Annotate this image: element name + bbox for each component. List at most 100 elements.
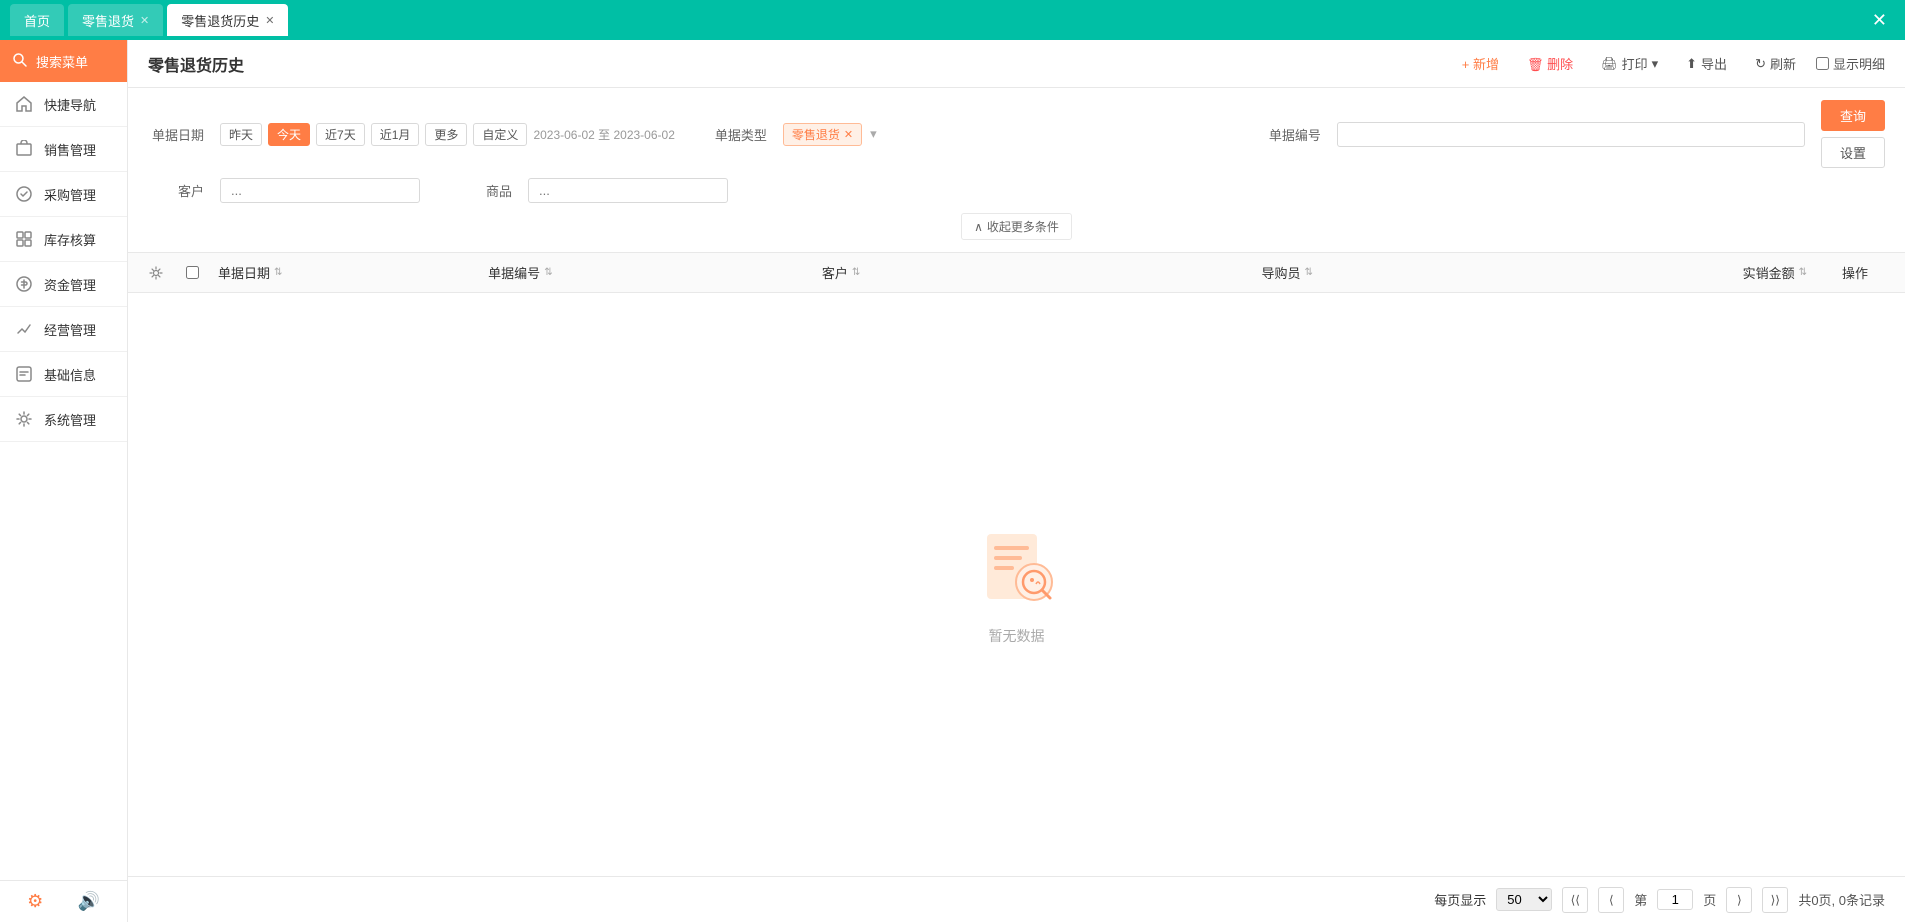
inventory-icon [14,229,34,249]
new-button[interactable]: + 新增 [1454,50,1507,77]
th-amount[interactable]: 实销金额 ⇅ [1587,263,1815,282]
date-filter-label: 单据日期 [148,125,204,144]
tab-bar: 首页 零售退货 ✕ 零售退货历史 ✕ ✕ [0,0,1905,40]
date-btn-yesterday[interactable]: 昨天 [220,123,262,146]
sales-icon [14,139,34,159]
date-btn-7days[interactable]: 近7天 [316,123,365,146]
date-btn-1month[interactable]: 近1月 [371,123,420,146]
delete-button[interactable]: 🗑 删除 [1519,50,1581,77]
sidebar-item-quick-nav[interactable]: 快捷导航 [0,82,127,127]
query-buttons: 查询 设置 [1821,100,1885,168]
tab-home-label: 首页 [24,11,50,30]
th-date-label: 单据日期 [218,263,270,282]
guide-sort-icon: ⇅ [1305,267,1313,278]
sidebar-item-basic-label: 基础信息 [44,365,96,384]
pagination-bar: 每页显示 50 10 20 100 ⟨⟨ ⟨ 第 页 ⟩ ⟩⟩ 共0页, 0条记… [128,876,1905,922]
toolbar: + 新增 🗑 删除 🖨 打印 ▾ ⬆ 导出 ↻ 刷新 显示明细 [1454,50,1885,77]
prev-page-button[interactable]: ⟨ [1598,887,1624,913]
goods-input[interactable] [539,183,717,198]
goods-input-wrapper[interactable] [528,178,728,203]
th-doc-no-label: 单据编号 [488,263,540,282]
sidebar-item-inventory-label: 库存核算 [44,230,96,249]
sidebar-item-sales-mgmt[interactable]: 销售管理 [0,127,127,172]
sidebar-item-purchase-mgmt[interactable]: 采购管理 [0,172,127,217]
select-all-checkbox[interactable] [186,266,199,279]
system-icon [14,409,34,429]
content-area: 零售退货历史 + 新增 🗑 删除 🖨 打印 ▾ ⬆ 导出 ↻ 刷新 [128,40,1905,922]
th-checkbox[interactable] [174,266,210,279]
tab-retail-return-history-close[interactable]: ✕ [265,14,274,27]
sidebar-item-system-mgmt[interactable]: 系统管理 [0,397,127,442]
show-detail-checkbox[interactable] [1816,57,1829,70]
operations-icon [14,319,34,339]
doc-type-dropdown-icon[interactable]: ▾ [870,126,877,142]
th-op: 操作 [1815,263,1895,282]
main-layout: 搜索菜单 快捷导航 销售管理 [0,40,1905,922]
filter-settings-button[interactable]: 设置 [1821,137,1885,168]
th-customer-label: 客户 [822,263,848,282]
collapse-button[interactable]: ∧ 收起更多条件 [961,213,1072,240]
show-detail-checkbox-label[interactable]: 显示明细 [1816,54,1885,73]
sidebar-item-operations[interactable]: 经营管理 [0,307,127,352]
search-icon [12,52,28,71]
tab-retail-return-label: 零售退货 [82,11,134,30]
print-button[interactable]: 🖨 打印 ▾ [1593,50,1666,77]
customer-input-wrapper[interactable] [220,178,420,203]
customer-filter-label: 客户 [148,181,204,200]
goods-filter-label: 商品 [456,181,512,200]
sidebar-bottom: ⚙ 🔊 [0,880,127,922]
settings-icon[interactable]: ⚙ [27,891,43,912]
th-settings[interactable] [138,266,174,280]
th-doc-no[interactable]: 单据编号 ⇅ [480,263,814,282]
customer-input[interactable] [231,183,409,198]
sidebar-item-basic-info[interactable]: 基础信息 [0,352,127,397]
doc-no-input[interactable] [1348,127,1794,142]
sidebar-item-finance[interactable]: 资金管理 [0,262,127,307]
sidebar-item-system-label: 系统管理 [44,410,96,429]
export-button[interactable]: ⬆ 导出 [1678,50,1735,77]
amount-sort-icon: ⇅ [1799,267,1807,278]
print-icon: 🖨 [1601,56,1618,72]
next-page-button[interactable]: ⟩ [1726,887,1752,913]
date-btn-custom[interactable]: 自定义 [473,123,527,146]
empty-text: 暂无数据 [989,626,1045,646]
tab-retail-return-history[interactable]: 零售退货历史 ✕ [167,4,288,36]
th-customer[interactable]: 客户 ⇅ [814,263,1254,282]
sidebar-search[interactable]: 搜索菜单 [0,40,127,82]
empty-state: 暂无数据 [128,293,1905,876]
sidebar: 搜索菜单 快捷导航 销售管理 [0,40,128,922]
window-close-button[interactable]: ✕ [1864,10,1895,31]
first-page-button[interactable]: ⟨⟨ [1562,887,1588,913]
date-btn-today[interactable]: 今天 [268,123,310,146]
filter-area: 单据日期 昨天 今天 近7天 近1月 更多 自定义 2023-06-02 至 2… [128,88,1905,253]
table-area: 单据日期 ⇅ 单据编号 ⇅ 客户 ⇅ 导购员 ⇅ 实销金额 ⇅ [128,253,1905,876]
date-sort-icon: ⇅ [274,267,282,278]
customer-sort-icon: ⇅ [852,267,860,278]
th-guide[interactable]: 导购员 ⇅ [1253,263,1587,282]
refresh-icon: ↻ [1755,56,1766,72]
date-range-text: 2023-06-02 至 2023-06-02 [533,126,674,143]
refresh-label: 刷新 [1770,54,1796,73]
doc-type-tag-close[interactable]: ✕ [844,128,853,141]
tab-home[interactable]: 首页 [10,4,64,36]
finance-icon [14,274,34,294]
tab-retail-return[interactable]: 零售退货 ✕ [68,4,163,36]
last-page-button[interactable]: ⟩⟩ [1762,887,1788,913]
page-input[interactable] [1657,889,1693,910]
volume-icon[interactable]: 🔊 [77,891,99,912]
sidebar-item-operations-label: 经营管理 [44,320,96,339]
window-controls: ✕ [1864,10,1895,31]
home-icon [14,94,34,114]
doc-no-input-wrapper[interactable] [1337,122,1805,147]
total-info: 共0页, 0条记录 [1798,890,1885,909]
sidebar-item-quick-nav-label: 快捷导航 [44,95,96,114]
doc-type-tag: 零售退货 ✕ [783,123,862,146]
page-size-select[interactable]: 50 10 20 100 [1496,888,1552,911]
doc-no-label: 单据编号 [1265,125,1321,144]
sidebar-item-inventory[interactable]: 库存核算 [0,217,127,262]
query-button[interactable]: 查询 [1821,100,1885,131]
tab-retail-return-close[interactable]: ✕ [140,14,149,27]
date-btn-more[interactable]: 更多 [425,123,467,146]
th-date[interactable]: 单据日期 ⇅ [210,263,480,282]
refresh-button[interactable]: ↻ 刷新 [1747,50,1804,77]
